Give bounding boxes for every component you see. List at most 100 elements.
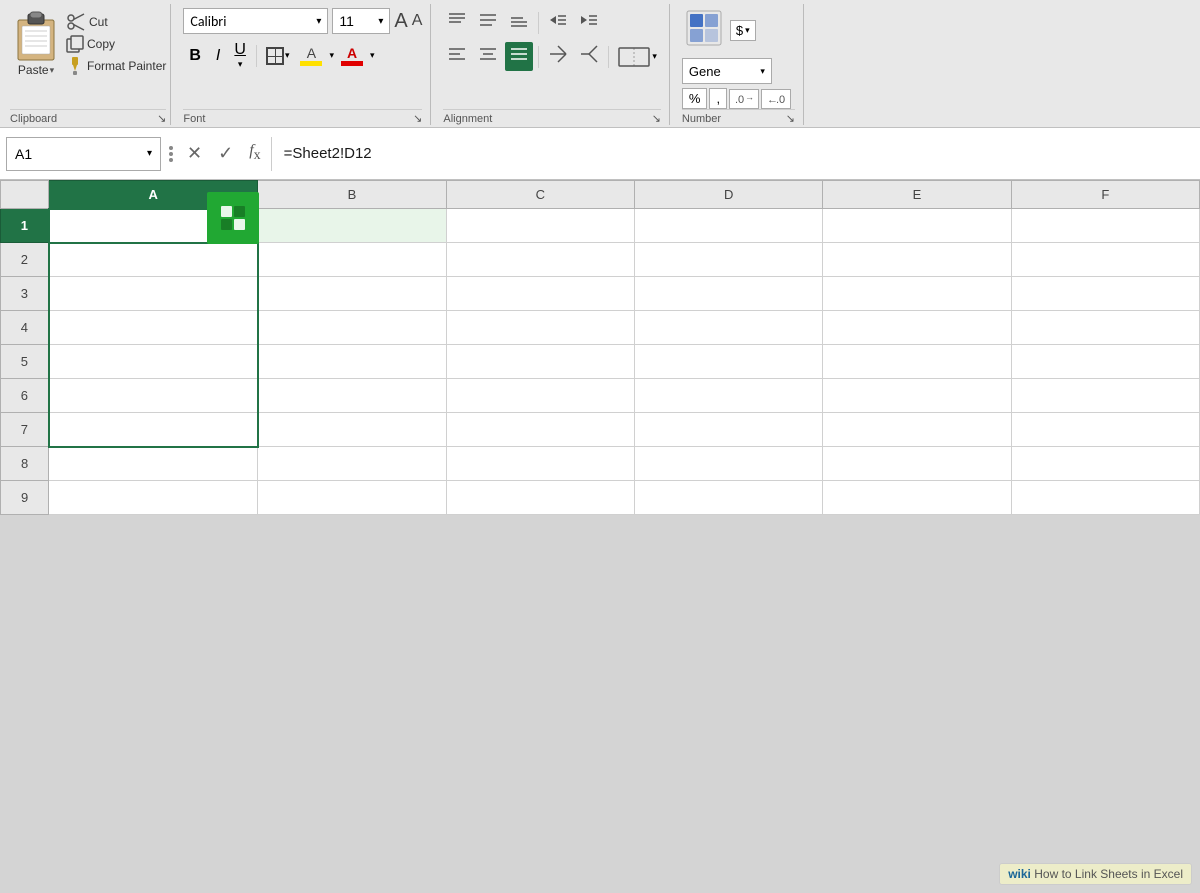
align-middle-button[interactable] [474,8,502,37]
cell-E6[interactable] [823,379,1011,413]
cell-B7[interactable] [258,413,446,447]
cell-D7[interactable] [634,413,822,447]
cell-A4[interactable] [49,311,258,345]
cell-E2[interactable] [823,243,1011,277]
cell-C8[interactable] [446,447,634,481]
indent-right-button[interactable] [575,42,603,71]
row-header-5[interactable]: 5 [1,345,49,379]
font-shrink-button[interactable]: A [412,13,423,29]
font-grow-button[interactable]: A [394,11,407,31]
decrease-indent-button[interactable] [544,8,572,37]
cell-F2[interactable] [1011,243,1199,277]
cell-A2[interactable] [49,243,258,277]
italic-button[interactable]: I [210,44,226,68]
cell-E8[interactable] [823,447,1011,481]
cell-A5[interactable] [49,345,258,379]
font-color-button[interactable]: A [337,43,367,68]
align-left-button[interactable] [443,42,471,71]
cell-F7[interactable] [1011,413,1199,447]
col-header-F[interactable]: F [1011,181,1199,209]
row-header-1[interactable]: 1 [1,209,49,243]
cell-A3[interactable] [49,277,258,311]
col-header-C[interactable]: C [446,181,634,209]
cell-D8[interactable] [634,447,822,481]
col-header-B[interactable]: B [258,181,446,209]
cell-B8[interactable] [258,447,446,481]
cell-B3[interactable] [258,277,446,311]
cell-A9[interactable] [49,481,258,515]
cell-C4[interactable] [446,311,634,345]
paste-button[interactable]: Paste ▾ [10,8,62,79]
comma-button[interactable]: , [709,88,727,109]
text-direction-button[interactable] [544,42,572,71]
number-format-area[interactable]: $ ▾ [730,20,756,41]
align-justify-button[interactable] [505,42,533,71]
cell-E9[interactable] [823,481,1011,515]
formula-input[interactable] [276,137,1194,171]
cell-B2[interactable] [258,243,446,277]
cut-button[interactable]: Cut [66,12,166,32]
copy-button[interactable]: Copy [66,35,166,53]
font-name-dropdown[interactable]: Calibri ▾ [183,8,328,34]
font-size-dropdown[interactable]: 11 ▾ [332,8,390,34]
cell-B5[interactable] [258,345,446,379]
cell-D4[interactable] [634,311,822,345]
cell-E1[interactable] [823,209,1011,243]
row-header-9[interactable]: 9 [1,481,49,515]
row-header-2[interactable]: 2 [1,243,49,277]
alignment-expand-icon[interactable]: ↘ [652,112,661,125]
row-header-3[interactable]: 3 [1,277,49,311]
cell-D3[interactable] [634,277,822,311]
align-top-button[interactable] [443,8,471,37]
cell-F5[interactable] [1011,345,1199,379]
cell-C7[interactable] [446,413,634,447]
row-header-8[interactable]: 8 [1,447,49,481]
cell-B6[interactable] [258,379,446,413]
cell-D6[interactable] [634,379,822,413]
formula-fx-button[interactable]: fx [243,140,266,166]
cell-F3[interactable] [1011,277,1199,311]
cell-D1[interactable] [634,209,822,243]
cell-E5[interactable] [823,345,1011,379]
increase-decimal-button[interactable]: .0→ [729,89,759,109]
cell-E3[interactable] [823,277,1011,311]
borders-button[interactable]: ▾ [262,45,294,67]
align-bottom-button[interactable] [505,8,533,37]
cell-F9[interactable] [1011,481,1199,515]
cell-D2[interactable] [634,243,822,277]
row-header-4[interactable]: 4 [1,311,49,345]
cell-D9[interactable] [634,481,822,515]
format-painter-button[interactable]: Format Painter [66,56,166,76]
row-header-6[interactable]: 6 [1,379,49,413]
cell-E4[interactable] [823,311,1011,345]
fill-color-arrow[interactable]: ▾ [329,50,334,61]
col-header-D[interactable]: D [634,181,822,209]
row-header-7[interactable]: 7 [1,413,49,447]
fill-color-button[interactable]: A [296,43,326,68]
cell-C9[interactable] [446,481,634,515]
font-color-arrow[interactable]: ▾ [370,50,375,61]
cell-B4[interactable] [258,311,446,345]
bold-button[interactable]: B [183,44,207,68]
font-expand-icon[interactable]: ↘ [413,112,422,125]
currency-button[interactable]: $ ▾ [730,20,756,41]
cell-A7[interactable] [49,413,258,447]
cell-A1[interactable] [49,209,258,243]
cell-B9[interactable] [258,481,446,515]
excel-quick-access-icon[interactable] [207,192,259,244]
name-box[interactable]: A1 ▾ [6,137,161,171]
cell-C2[interactable] [446,243,634,277]
conditional-format-button[interactable] [682,8,726,53]
cell-C3[interactable] [446,277,634,311]
number-format-dropdown[interactable]: Gene ▾ [682,58,772,84]
cell-F1[interactable] [1011,209,1199,243]
align-center-button[interactable] [474,42,502,71]
formula-cancel-button[interactable]: ✕ [181,141,208,166]
cell-F8[interactable] [1011,447,1199,481]
clipboard-expand-icon[interactable]: ↘ [157,112,166,125]
cell-E7[interactable] [823,413,1011,447]
increase-indent-button[interactable] [575,8,603,37]
cell-A6[interactable] [49,379,258,413]
cell-F4[interactable] [1011,311,1199,345]
underline-button[interactable]: U ▾ [229,39,251,72]
